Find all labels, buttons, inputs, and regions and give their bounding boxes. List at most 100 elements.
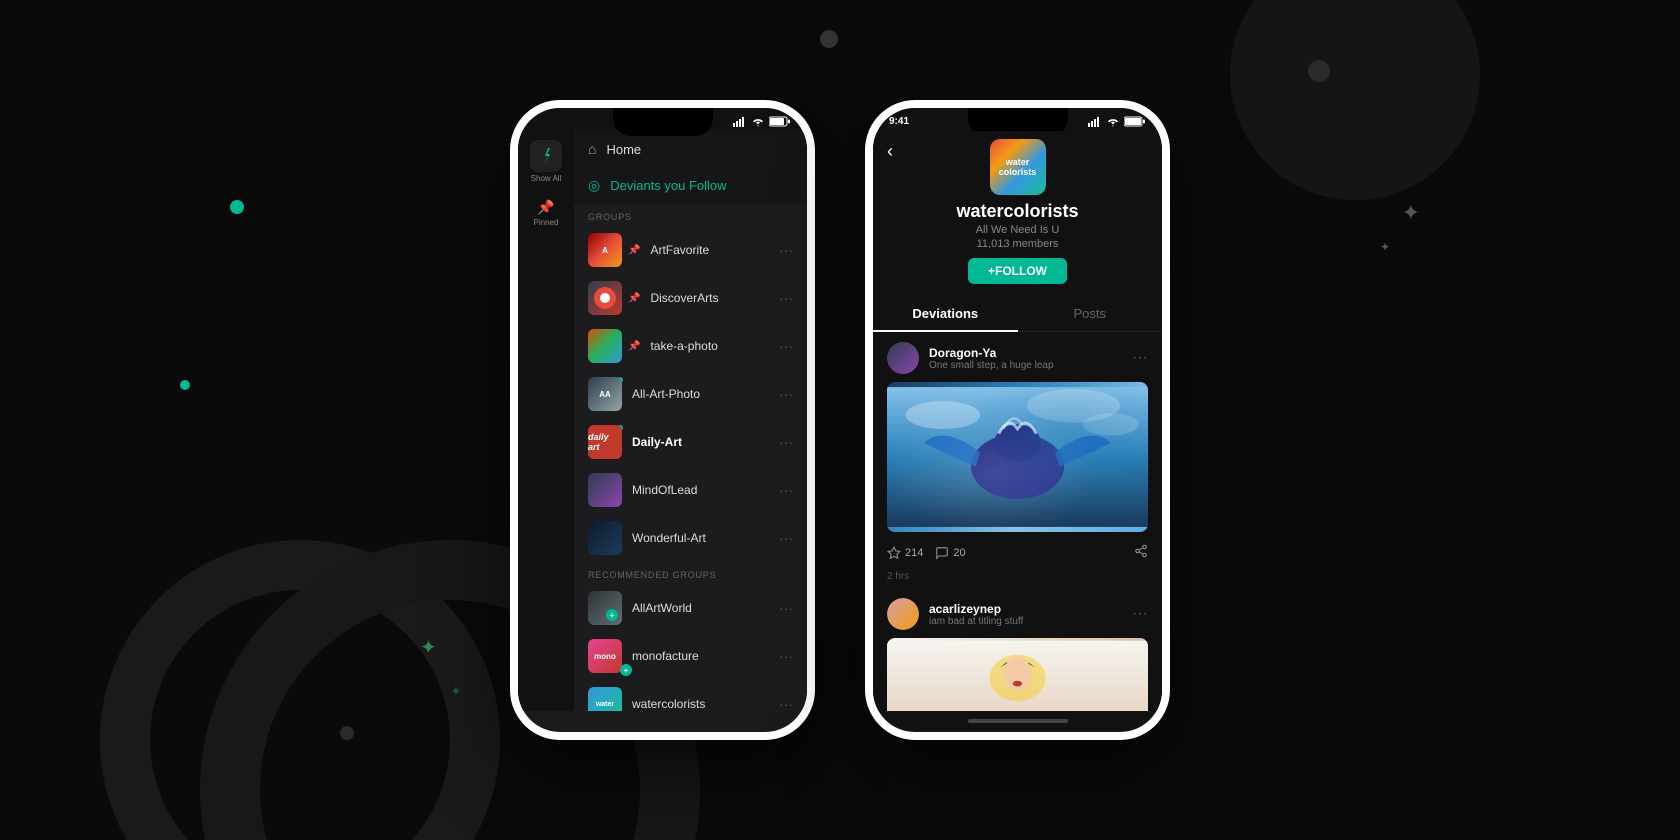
comment-button-doragon[interactable]: 20 [935, 546, 965, 560]
group-name-wonderfulart: Wonderful-Art [632, 531, 769, 545]
bg-circle-top-right [1230, 0, 1480, 200]
more-discoverarts[interactable]: ··· [779, 290, 793, 306]
sidebar: Show All 📌 Pinned [518, 131, 574, 711]
group-avatar-watercolorists: water [588, 687, 622, 711]
group-dailyart[interactable]: daily art Daily-Art ··· [574, 418, 807, 466]
like-button-doragon[interactable]: 214 [887, 546, 923, 560]
group-avatar-allartphoto: AA [588, 377, 622, 411]
group-subtitle: All We Need Is U [976, 224, 1060, 236]
right-time: 9:41 [889, 116, 909, 127]
bg-dot-3 [340, 726, 354, 740]
bg-ring-left [100, 540, 500, 840]
group-avatar-monofacture: mono [588, 639, 622, 673]
follow-button[interactable]: +FOLLOW [968, 258, 1067, 284]
more-allartworld[interactable]: ··· [779, 600, 793, 616]
more-artfavorite[interactable]: ··· [779, 242, 793, 258]
group-takeaphoto[interactable]: 📌 take-a-photo ··· [574, 322, 807, 370]
time-doragon: 2 hrs [887, 571, 1148, 588]
art-image-acarli [887, 638, 1148, 711]
pin-takeaphoto: 📌 [628, 341, 640, 352]
group-avatar-dailyart: daily art [588, 425, 622, 459]
more-wonderfulart[interactable]: ··· [779, 530, 793, 546]
feed-nav: ⌂ Home ◎ Deviants you Follow [574, 131, 807, 204]
more-watercolorists[interactable]: ··· [779, 696, 793, 711]
bg-star-2: ✦ [450, 683, 462, 700]
desc-acarli: iam bad at titling stuff [929, 616, 1122, 627]
pinned-button[interactable]: 📌 Pinned [524, 191, 568, 235]
user-info-acarli: acarlizeynep iam bad at titling stuff [929, 602, 1122, 627]
more-allartphoto[interactable]: ··· [779, 386, 793, 402]
right-signal-icon [1088, 117, 1102, 127]
profile-header: ‹ watercolorists watercolorists All We N… [873, 131, 1162, 296]
recommended-label: RECOMMENDED GROUPS [574, 562, 807, 584]
group-avatar-wonderfulart [588, 521, 622, 555]
group-wonderfulart[interactable]: Wonderful-Art ··· [574, 514, 807, 562]
wifi-icon [751, 117, 765, 127]
card-doragon: Doragon-Ya One small step, a huge leap ·… [873, 332, 1162, 588]
group-artfavorite[interactable]: A 📌 ArtFavorite ··· [574, 226, 807, 274]
dragon-svg [887, 382, 1148, 532]
witch-svg [887, 638, 1148, 711]
groups-label: GROUPS [574, 204, 807, 226]
group-allartworld[interactable]: + AllArtWorld ··· [574, 584, 807, 632]
comment-count: 20 [953, 547, 965, 559]
group-name-artfavorite: ArtFavorite [650, 243, 769, 257]
group-mindoflead[interactable]: MindOfLead ··· [574, 466, 807, 514]
more-monofacture[interactable]: ··· [779, 648, 793, 664]
bg-dot-2 [1308, 60, 1330, 82]
tab-deviations[interactable]: Deviations [873, 296, 1018, 331]
card-actions-doragon: 214 20 [887, 540, 1148, 571]
witch-artwork [887, 638, 1148, 711]
group-avatar-takeaphoto [588, 329, 622, 363]
share-button-doragon[interactable] [1134, 544, 1148, 561]
bg-green-dot-1 [230, 200, 244, 214]
username-doragon: Doragon-Ya [929, 346, 1122, 360]
battery-icon [769, 116, 791, 127]
home-bar-right [873, 711, 1162, 731]
star-icon [887, 546, 901, 560]
pin-artfavorite: 📌 [628, 245, 640, 256]
like-count: 214 [905, 547, 923, 559]
pin-discoverarts: 📌 [628, 293, 640, 304]
group-avatar-artfavorite: A [588, 233, 622, 267]
group-watercolorists[interactable]: water + watercolorists ··· [574, 680, 807, 711]
bg-star-4: ✦ [1380, 240, 1390, 254]
group-avatar-allartworld: + [588, 591, 622, 625]
left-status-icons [733, 116, 791, 127]
tabs-row: Deviations Posts [873, 296, 1162, 332]
more-doragon[interactable]: ··· [1132, 349, 1148, 367]
user-info-doragon: Doragon-Ya One small step, a huge leap [929, 346, 1122, 371]
group-allartphoto[interactable]: AA All-Art-Photo ··· [574, 370, 807, 418]
da-logo-icon [530, 140, 562, 172]
nav-home-label: Home [606, 142, 641, 157]
home-icon: ⌂ [588, 141, 596, 157]
art-image-doragon [887, 382, 1148, 532]
card-acarli: acarlizeynep iam bad at titling stuff ··… [873, 588, 1162, 711]
phone-right: 9:41 ‹ watercolorists watercolorists All… [865, 100, 1170, 740]
tab-posts[interactable]: Posts [1018, 296, 1163, 331]
avatar-doragon [887, 342, 919, 374]
more-mindoflead[interactable]: ··· [779, 482, 793, 498]
dragon-artwork [887, 382, 1148, 532]
back-button[interactable]: ‹ [887, 141, 893, 162]
nav-home[interactable]: ⌂ Home [574, 131, 807, 167]
group-name-allartphoto: All-Art-Photo [632, 387, 769, 401]
signal-icon [733, 117, 747, 127]
show-all-button[interactable]: Show All [524, 139, 568, 183]
group-discoverarts[interactable]: 📌 DiscoverArts ··· [574, 274, 807, 322]
more-acarli[interactable]: ··· [1132, 605, 1148, 623]
right-status-icons [1088, 116, 1146, 127]
group-monofacture[interactable]: mono + monofacture ··· [574, 632, 807, 680]
share-icon [1134, 544, 1148, 558]
more-takeaphoto[interactable]: ··· [779, 338, 793, 354]
nav-deviants[interactable]: ◎ Deviants you Follow [574, 167, 807, 204]
card-user-row-acarli: acarlizeynep iam bad at titling stuff ··… [887, 598, 1148, 630]
right-content: ‹ watercolorists watercolorists All We N… [873, 131, 1162, 711]
bg-green-dot-2 [180, 380, 190, 390]
desc-doragon: One small step, a huge leap [929, 360, 1122, 371]
right-battery-icon [1124, 116, 1146, 127]
phone-left: Show All 📌 Pinned ⌂ Home ◎ Devi [510, 100, 815, 740]
right-status-bar: 9:41 [873, 108, 1162, 131]
more-dailyart[interactable]: ··· [779, 434, 793, 450]
da-logo-svg [538, 148, 554, 164]
